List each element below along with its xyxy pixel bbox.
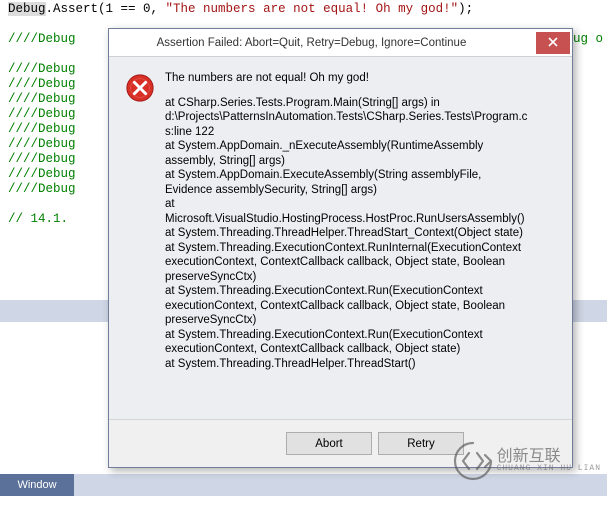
panel-tab-window[interactable]: Window bbox=[0, 474, 74, 496]
dialog-title: Assertion Failed: Abort=Quit, Retry=Debu… bbox=[117, 37, 536, 49]
watermark-sub: CHUANG XIN HU LIAN bbox=[497, 464, 601, 473]
assertion-headline: The numbers are not equal! Oh my god! bbox=[165, 71, 556, 86]
debug-symbol: Debug bbox=[8, 2, 46, 16]
dialog-titlebar[interactable]: Assertion Failed: Abort=Quit, Retry=Debu… bbox=[109, 29, 572, 57]
dialog-message: The numbers are not equal! Oh my god! at… bbox=[159, 71, 556, 415]
assertion-dialog: Assertion Failed: Abort=Quit, Retry=Debu… bbox=[108, 28, 573, 468]
stack-trace: at CSharp.Series.Tests.Program.Main(Stri… bbox=[165, 96, 556, 372]
close-button[interactable] bbox=[536, 32, 570, 54]
abort-button[interactable]: Abort bbox=[286, 432, 372, 455]
close-icon bbox=[548, 36, 558, 50]
dialog-body: The numbers are not equal! Oh my god! at… bbox=[109, 57, 572, 419]
code-line: Debug.Assert(1 == 0, "The numbers are no… bbox=[8, 2, 599, 17]
watermark-brand: 创新互联 bbox=[497, 450, 601, 464]
watermark-logo: 创新互联 CHUANG XIN HU LIAN bbox=[449, 437, 601, 485]
error-icon bbox=[125, 71, 159, 415]
